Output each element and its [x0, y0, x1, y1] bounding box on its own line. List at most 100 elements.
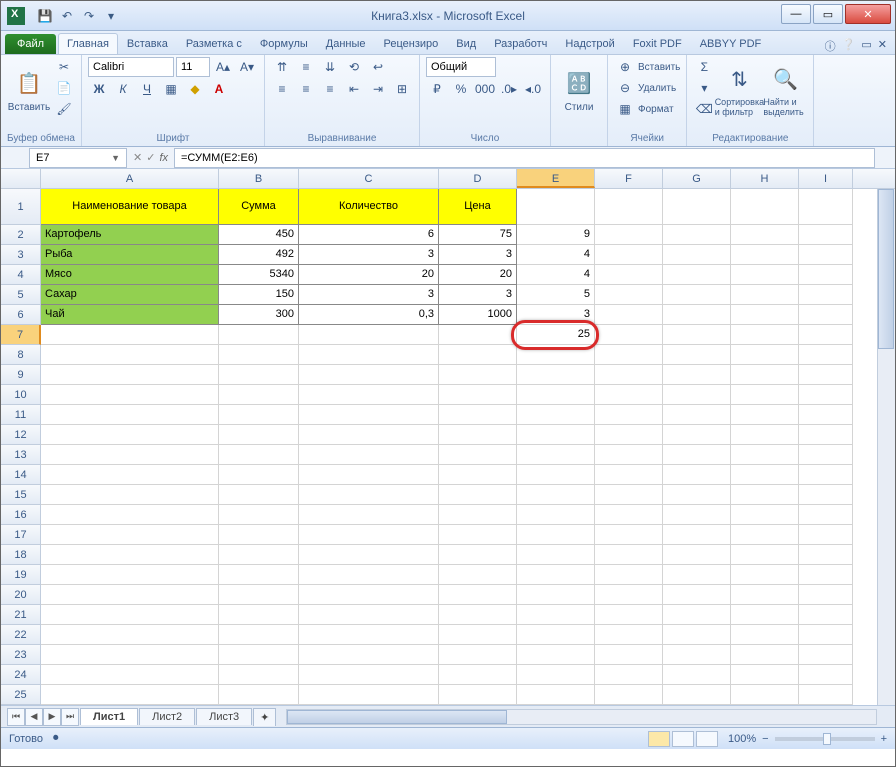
cell[interactable]: 300: [219, 305, 299, 325]
cell[interactable]: [299, 345, 439, 365]
cell[interactable]: [595, 405, 663, 425]
cell[interactable]: [663, 345, 731, 365]
cell[interactable]: [517, 565, 595, 585]
cell[interactable]: [439, 365, 517, 385]
cell[interactable]: [663, 325, 731, 345]
vertical-scrollbar[interactable]: [877, 189, 895, 705]
font-color-button[interactable]: A: [208, 79, 230, 99]
cell[interactable]: [663, 225, 731, 245]
cell[interactable]: [439, 625, 517, 645]
cell[interactable]: [731, 445, 799, 465]
column-header[interactable]: C: [299, 169, 439, 188]
cell[interactable]: [595, 365, 663, 385]
row-header[interactable]: 23: [1, 645, 41, 665]
tab-view[interactable]: Вид: [447, 33, 485, 54]
cell[interactable]: [219, 545, 299, 565]
cell[interactable]: [219, 385, 299, 405]
cell[interactable]: [439, 345, 517, 365]
cell[interactable]: [439, 685, 517, 705]
cell[interactable]: [731, 645, 799, 665]
cell[interactable]: [663, 189, 731, 225]
cell[interactable]: [799, 345, 853, 365]
underline-button[interactable]: Ч: [136, 79, 158, 99]
cell[interactable]: 20: [299, 265, 439, 285]
cell[interactable]: 25: [517, 325, 595, 345]
cell[interactable]: [41, 405, 219, 425]
column-header[interactable]: H: [731, 169, 799, 188]
view-normal-button[interactable]: [648, 731, 670, 747]
sort-filter-button[interactable]: ⇅ Сортировка и фильтр: [717, 57, 761, 123]
row-header[interactable]: 19: [1, 565, 41, 585]
cell[interactable]: [799, 625, 853, 645]
cell[interactable]: [595, 625, 663, 645]
cell[interactable]: 20: [439, 265, 517, 285]
zoom-out-button[interactable]: −: [762, 733, 768, 745]
row-header[interactable]: 3: [1, 245, 41, 265]
cell[interactable]: [731, 565, 799, 585]
cell[interactable]: [595, 345, 663, 365]
fx-icon[interactable]: fx: [159, 152, 168, 164]
cell[interactable]: [299, 485, 439, 505]
bold-button[interactable]: Ж: [88, 79, 110, 99]
cell[interactable]: [517, 485, 595, 505]
insert-cells-button[interactable]: ⊕: [614, 57, 636, 77]
cell[interactable]: [731, 245, 799, 265]
column-header[interactable]: B: [219, 169, 299, 188]
cell[interactable]: 3: [299, 285, 439, 305]
zoom-slider[interactable]: [775, 737, 875, 741]
cell[interactable]: [299, 525, 439, 545]
cell[interactable]: Сахар: [41, 285, 219, 305]
ribbon-help-icon[interactable]: ❔: [842, 38, 856, 54]
name-box[interactable]: E7▼: [29, 148, 127, 168]
fill-button[interactable]: ▾: [693, 78, 715, 98]
cell[interactable]: [517, 405, 595, 425]
cell[interactable]: Чай: [41, 305, 219, 325]
minimize-button[interactable]: —: [781, 4, 811, 24]
cell[interactable]: [517, 585, 595, 605]
cell[interactable]: [219, 625, 299, 645]
cell[interactable]: 75: [439, 225, 517, 245]
sheet-nav-prev[interactable]: ◀: [25, 708, 43, 726]
dec-decimal-button[interactable]: ◂.0: [522, 79, 544, 99]
cell[interactable]: [439, 605, 517, 625]
row-header[interactable]: 2: [1, 225, 41, 245]
cell[interactable]: [41, 685, 219, 705]
cell[interactable]: [595, 305, 663, 325]
sheet-nav-next[interactable]: ▶: [43, 708, 61, 726]
cell[interactable]: [799, 565, 853, 585]
cell[interactable]: [663, 425, 731, 445]
align-right-button[interactable]: ≡: [319, 79, 341, 99]
cell[interactable]: Картофель: [41, 225, 219, 245]
merge-button[interactable]: ⊞: [391, 79, 413, 99]
fx-cancel-icon[interactable]: ✕: [133, 151, 142, 164]
cell[interactable]: [439, 505, 517, 525]
cell[interactable]: [663, 365, 731, 385]
row-header[interactable]: 20: [1, 585, 41, 605]
file-tab[interactable]: Файл: [5, 34, 56, 54]
macro-record-icon[interactable]: ⏺: [53, 732, 59, 745]
paste-button[interactable]: 📋 Вставить: [7, 57, 51, 123]
cell[interactable]: [595, 425, 663, 445]
row-header[interactable]: 17: [1, 525, 41, 545]
sheet-tab[interactable]: Лист1: [80, 708, 138, 725]
cell[interactable]: [439, 665, 517, 685]
cell[interactable]: [595, 585, 663, 605]
copy-button[interactable]: 📄: [53, 78, 75, 98]
row-header[interactable]: 12: [1, 425, 41, 445]
cell[interactable]: [219, 505, 299, 525]
cell[interactable]: [219, 345, 299, 365]
cell[interactable]: [595, 225, 663, 245]
sheet-tab[interactable]: Лист3: [196, 708, 252, 725]
tab-foxit[interactable]: Foxit PDF: [624, 33, 691, 54]
cell[interactable]: [299, 365, 439, 385]
row-header[interactable]: 9: [1, 365, 41, 385]
italic-button[interactable]: К: [112, 79, 134, 99]
tab-insert[interactable]: Вставка: [118, 33, 177, 54]
cell[interactable]: [663, 265, 731, 285]
cell[interactable]: [41, 485, 219, 505]
cell[interactable]: [663, 565, 731, 585]
cell[interactable]: [41, 365, 219, 385]
cell[interactable]: [219, 685, 299, 705]
cell[interactable]: Сумма: [219, 189, 299, 225]
cell[interactable]: [299, 465, 439, 485]
